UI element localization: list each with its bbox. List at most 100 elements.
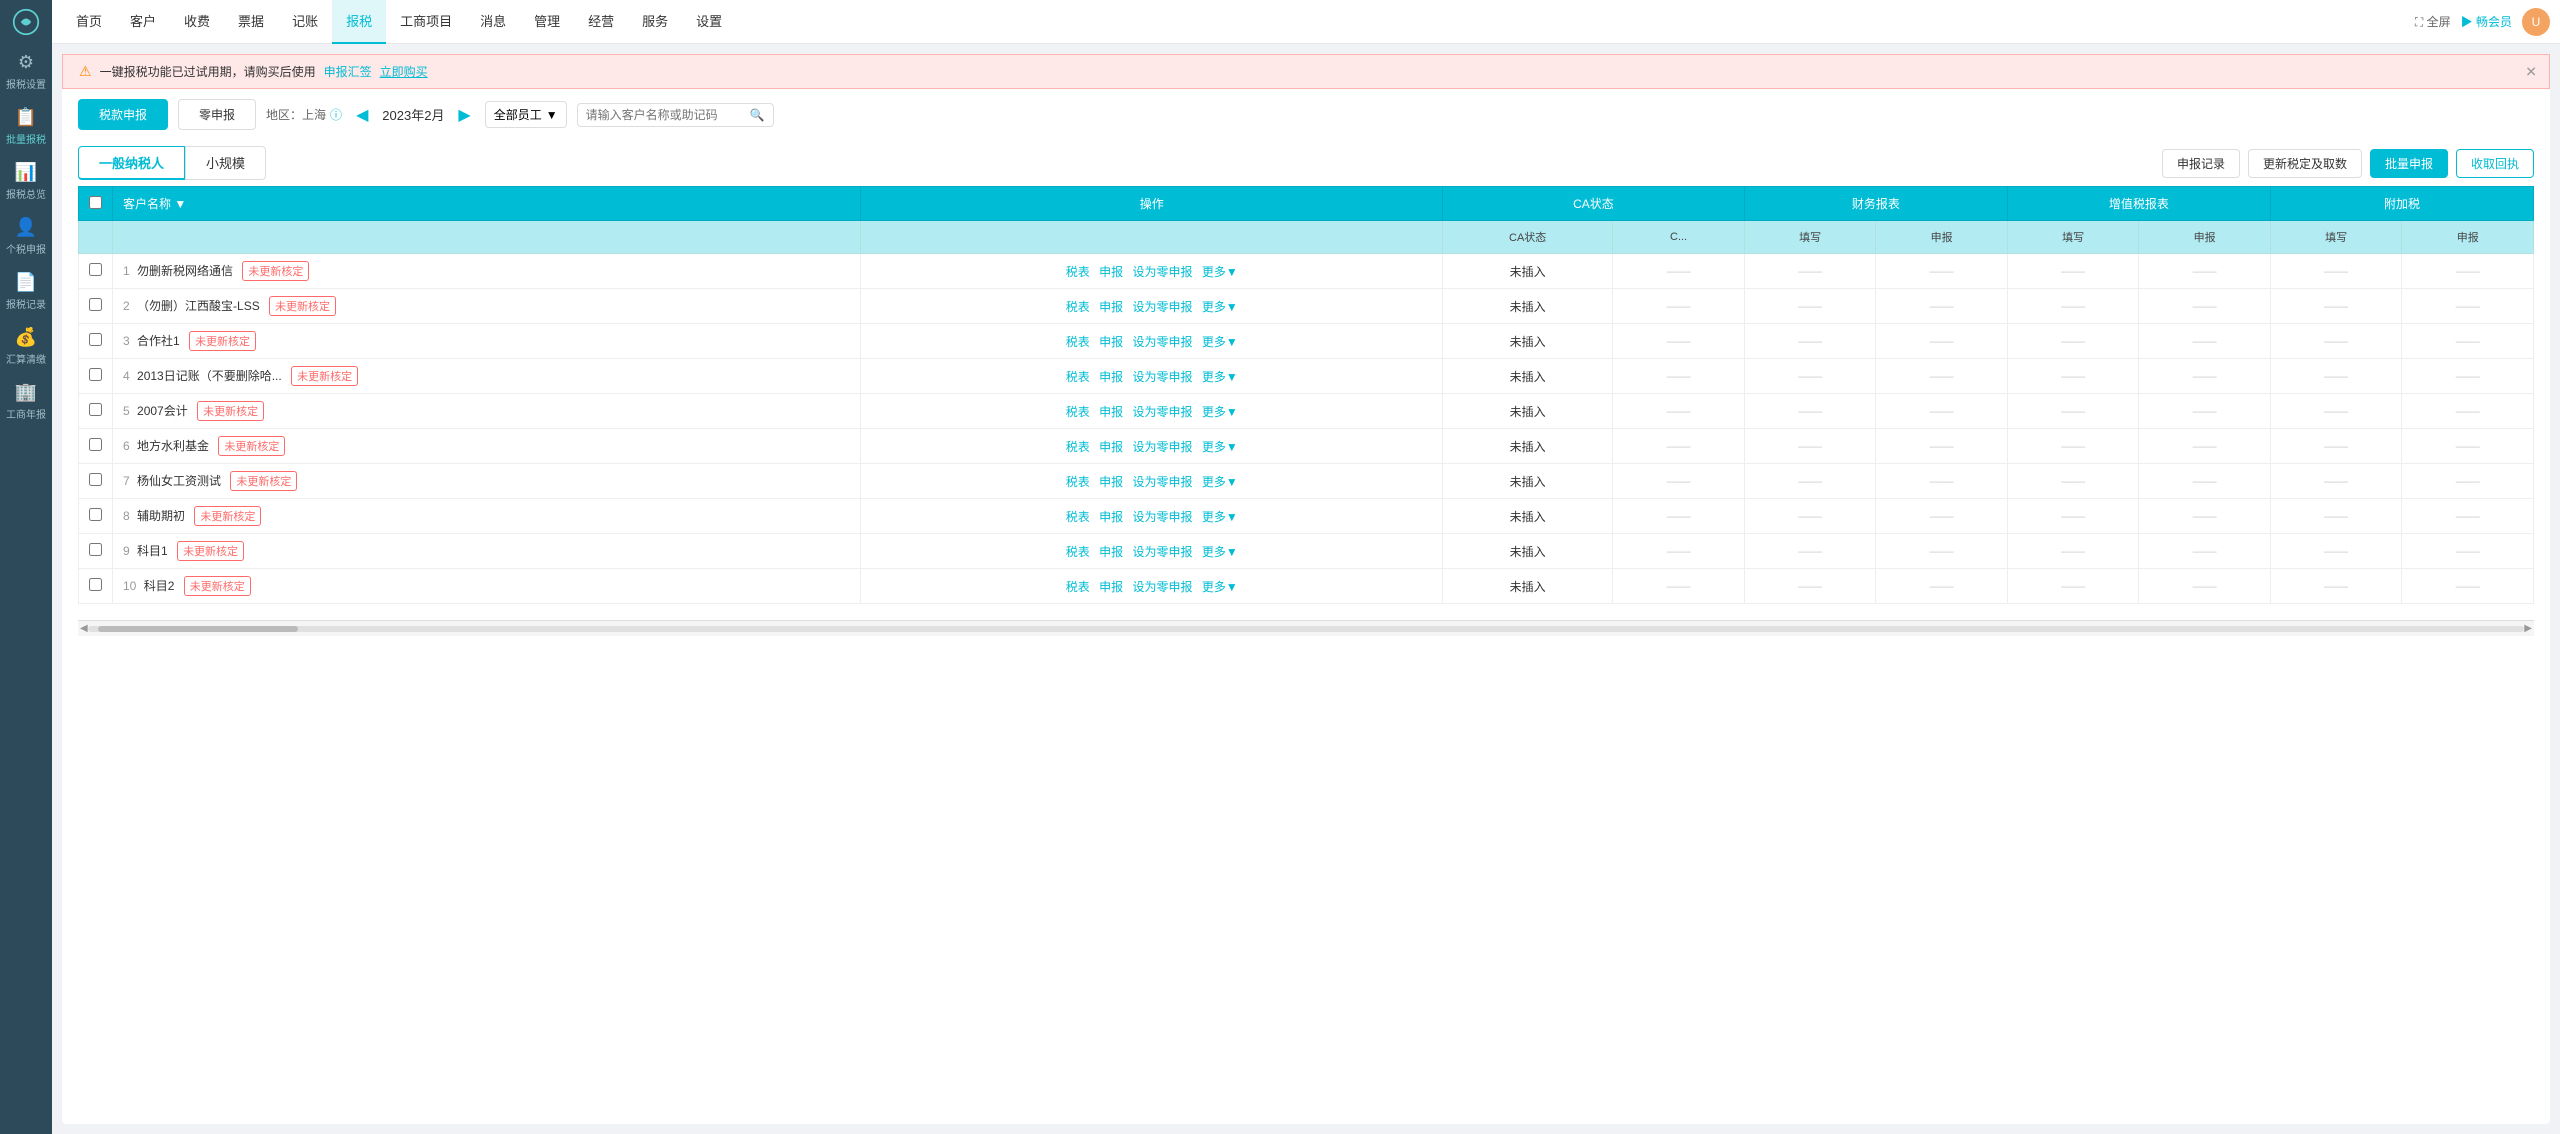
row-fin-fill-7: —— <box>1744 499 1876 534</box>
action-more-7[interactable]: 更多▼ <box>1202 510 1238 524</box>
row-select-3[interactable] <box>89 368 102 381</box>
row-select-5[interactable] <box>89 438 102 451</box>
scroll-left-btn[interactable]: ◀ <box>80 623 88 634</box>
sidebar-item-personal-tax[interactable]: 👤 个税申报 <box>0 209 52 264</box>
tab-small-scale[interactable]: 小规模 <box>185 146 266 180</box>
notice-link-buy[interactable]: 立即购买 <box>380 63 428 80</box>
action-declare-1[interactable]: 申报 <box>1099 300 1123 314</box>
row-select-8[interactable] <box>89 543 102 556</box>
action-declare-8[interactable]: 申报 <box>1099 545 1123 559</box>
action-declare-9[interactable]: 申报 <box>1099 580 1123 594</box>
action-tax-table-8[interactable]: 税表 <box>1066 545 1090 559</box>
nav-service[interactable]: 服务 <box>628 0 682 44</box>
action-more-3[interactable]: 更多▼ <box>1202 370 1238 384</box>
action-more-2[interactable]: 更多▼ <box>1202 335 1238 349</box>
action-zero-declare-4[interactable]: 设为零申报 <box>1132 405 1192 419</box>
action-zero-declare-6[interactable]: 设为零申报 <box>1132 475 1192 489</box>
action-more-8[interactable]: 更多▼ <box>1202 545 1238 559</box>
date-next-btn[interactable]: ▶ <box>454 105 474 125</box>
update-tax-btn[interactable]: 更新税定及取数 <box>2248 149 2362 178</box>
nav-business[interactable]: 工商项目 <box>386 0 466 44</box>
tab-zero-declare[interactable]: 零申报 <box>178 99 256 130</box>
nav-billing[interactable]: 收费 <box>170 0 224 44</box>
select-all-checkbox[interactable] <box>89 196 102 209</box>
action-declare-3[interactable]: 申报 <box>1099 370 1123 384</box>
nav-bookkeeping[interactable]: 记账 <box>278 0 332 44</box>
action-more-6[interactable]: 更多▼ <box>1202 475 1238 489</box>
row-select-1[interactable] <box>89 298 102 311</box>
member-btn[interactable]: ▶ 畅会员 <box>2461 13 2512 30</box>
sidebar-item-settlement[interactable]: 💰 汇算清缴 <box>0 319 52 374</box>
action-more-9[interactable]: 更多▼ <box>1202 580 1238 594</box>
action-zero-declare-5[interactable]: 设为零申报 <box>1132 440 1192 454</box>
avatar[interactable]: U <box>2522 8 2550 36</box>
declare-records-btn[interactable]: 申报记录 <box>2162 149 2240 178</box>
action-declare-7[interactable]: 申报 <box>1099 510 1123 524</box>
action-tax-table-3[interactable]: 税表 <box>1066 370 1090 384</box>
sidebar-item-tax-records[interactable]: 📄 报税记录 <box>0 264 52 319</box>
nav-home[interactable]: 首页 <box>62 0 116 44</box>
row-select-0[interactable] <box>89 263 102 276</box>
tab-tax-declare[interactable]: 税款申报 <box>78 99 168 130</box>
action-zero-declare-1[interactable]: 设为零申报 <box>1132 300 1192 314</box>
action-zero-declare-3[interactable]: 设为零申报 <box>1132 370 1192 384</box>
nav-client[interactable]: 客户 <box>116 0 170 44</box>
horizontal-scrollbar[interactable]: ◀ ▶ <box>78 620 2534 636</box>
action-more-4[interactable]: 更多▼ <box>1202 405 1238 419</box>
scroll-thumb[interactable] <box>98 626 298 632</box>
row-select-7[interactable] <box>89 508 102 521</box>
search-input[interactable] <box>586 108 746 122</box>
nav-invoice[interactable]: 票据 <box>224 0 278 44</box>
action-tax-table-7[interactable]: 税表 <box>1066 510 1090 524</box>
row-select-9[interactable] <box>89 578 102 591</box>
collect-receipt-btn[interactable]: 收取回执 <box>2456 149 2534 178</box>
sidebar-item-tax-overview[interactable]: 📊 报税总览 <box>0 154 52 209</box>
batch-declare-btn[interactable]: 批量申报 <box>2370 149 2448 178</box>
action-declare-2[interactable]: 申报 <box>1099 335 1123 349</box>
action-declare-5[interactable]: 申报 <box>1099 440 1123 454</box>
nav-manage[interactable]: 管理 <box>520 0 574 44</box>
action-more-1[interactable]: 更多▼ <box>1202 300 1238 314</box>
fullscreen-btn[interactable]: ⛶ 全屏 <box>2415 13 2451 30</box>
row-select-6[interactable] <box>89 473 102 486</box>
nav-message[interactable]: 消息 <box>466 0 520 44</box>
action-tax-table-5[interactable]: 税表 <box>1066 440 1090 454</box>
row-ca-1: 未插入 <box>1442 289 1612 324</box>
action-zero-declare-8[interactable]: 设为零申报 <box>1132 545 1192 559</box>
row-select-4[interactable] <box>89 403 102 416</box>
scroll-track[interactable] <box>88 626 2525 632</box>
notice-close-btn[interactable]: ✕ <box>2525 63 2537 80</box>
nav-settings[interactable]: 设置 <box>682 0 736 44</box>
sidebar-item-batch-tax[interactable]: 📋 批量报税 <box>0 99 52 154</box>
action-more-0[interactable]: 更多▼ <box>1202 265 1238 279</box>
action-declare-4[interactable]: 申报 <box>1099 405 1123 419</box>
search-icon[interactable]: 🔍 <box>750 108 765 122</box>
action-zero-declare-9[interactable]: 设为零申报 <box>1132 580 1192 594</box>
app-logo[interactable] <box>0 0 52 44</box>
nav-tax[interactable]: 报税 <box>332 0 386 44</box>
date-prev-btn[interactable]: ◀ <box>352 105 372 125</box>
action-tax-table-1[interactable]: 税表 <box>1066 300 1090 314</box>
action-declare-0[interactable]: 申报 <box>1099 265 1123 279</box>
action-tax-table-2[interactable]: 税表 <box>1066 335 1090 349</box>
sidebar-item-annual-report[interactable]: 🏢 工商年报 <box>0 374 52 429</box>
notice-link-declare[interactable]: 申报汇签 <box>324 63 372 80</box>
action-tax-table-9[interactable]: 税表 <box>1066 580 1090 594</box>
action-tax-table-6[interactable]: 税表 <box>1066 475 1090 489</box>
action-zero-declare-7[interactable]: 设为零申报 <box>1132 510 1192 524</box>
row-select-2[interactable] <box>89 333 102 346</box>
region-info-icon[interactable]: ⓘ <box>330 106 342 123</box>
nav-operation[interactable]: 经营 <box>574 0 628 44</box>
action-tax-table-0[interactable]: 税表 <box>1066 265 1090 279</box>
tab-general-taxpayer[interactable]: 一般纳税人 <box>78 146 185 180</box>
scroll-right-btn[interactable]: ▶ <box>2524 623 2532 634</box>
action-declare-6[interactable]: 申报 <box>1099 475 1123 489</box>
action-zero-declare-0[interactable]: 设为零申报 <box>1132 265 1192 279</box>
settings-icon: ⚙ <box>18 52 34 73</box>
action-more-5[interactable]: 更多▼ <box>1202 440 1238 454</box>
row-index-1: 2 <box>123 299 130 313</box>
action-zero-declare-2[interactable]: 设为零申报 <box>1132 335 1192 349</box>
dept-select[interactable]: 全部员工 ▼ <box>485 101 567 128</box>
action-tax-table-4[interactable]: 税表 <box>1066 405 1090 419</box>
sidebar-item-tax-settings[interactable]: ⚙ 报税设置 <box>0 44 52 99</box>
